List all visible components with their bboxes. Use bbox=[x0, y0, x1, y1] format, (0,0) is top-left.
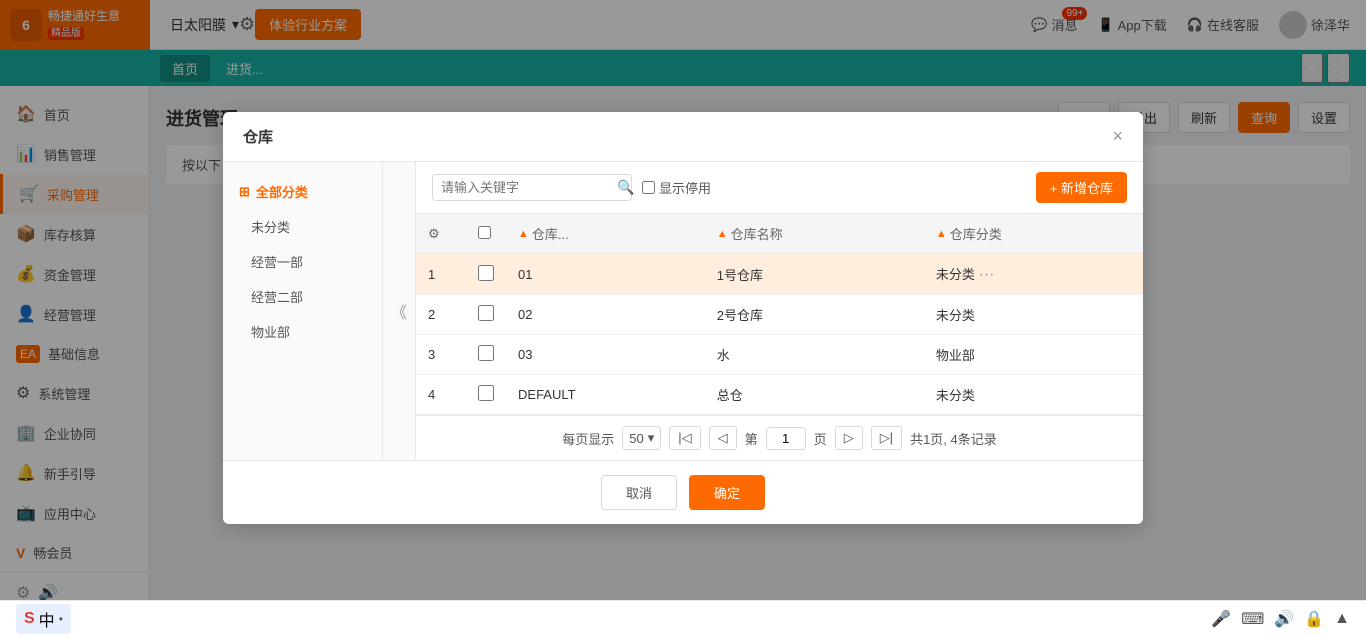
cell-code: 02 bbox=[506, 295, 705, 335]
warehouse-modal: 仓库 × ⊞ 全部分类 未分类 经营一部 经营二部 物业部 《 bbox=[223, 112, 1143, 524]
show-disabled-checkbox[interactable] bbox=[642, 181, 655, 194]
cell-code: DEFAULT bbox=[506, 375, 705, 415]
up-icon[interactable]: ▲ bbox=[1334, 610, 1350, 628]
bottom-logo: S 中 • bbox=[16, 604, 71, 634]
bottom-dot-icon: • bbox=[59, 612, 63, 626]
table-row[interactable]: 3 03 水 物业部 bbox=[416, 335, 1143, 375]
sort-icon: ▲ bbox=[518, 228, 529, 240]
sort-icon-cat: ▲ bbox=[936, 228, 947, 240]
table-header-row: ⚙ ▲ 仓库... bbox=[416, 214, 1143, 254]
search-input[interactable] bbox=[441, 180, 617, 195]
cell-name: 水 bbox=[705, 335, 924, 375]
all-category-item[interactable]: ⊞ 全部分类 bbox=[223, 174, 382, 209]
row-action-button[interactable]: ··· bbox=[979, 266, 995, 284]
th-checkbox bbox=[466, 214, 506, 254]
table-row[interactable]: 2 02 2号仓库 未分类 bbox=[416, 295, 1143, 335]
modal-category-sidebar: ⊞ 全部分类 未分类 经营一部 经营二部 物业部 bbox=[223, 162, 383, 460]
category-item-ops1[interactable]: 经营一部 bbox=[223, 244, 382, 279]
sidebar-collapse-button[interactable]: 《 bbox=[383, 162, 416, 460]
cell-code: 01 bbox=[506, 254, 705, 295]
modal-overlay: 仓库 × ⊞ 全部分类 未分类 经营一部 经营二部 物业部 《 bbox=[0, 0, 1366, 636]
cell-checkbox[interactable] bbox=[466, 335, 506, 375]
sort-icon-name: ▲ bbox=[717, 228, 728, 240]
category-item-ops2[interactable]: 经营二部 bbox=[223, 279, 382, 314]
cell-checkbox[interactable] bbox=[466, 375, 506, 415]
all-category-label: 全部分类 bbox=[256, 182, 308, 201]
category-item-property[interactable]: 物业部 bbox=[223, 314, 382, 349]
cell-category: 未分类 bbox=[924, 375, 1143, 415]
page-unit: 页 bbox=[814, 429, 827, 448]
bottom-s-icon: S bbox=[24, 610, 35, 628]
first-page-button[interactable]: |◁ bbox=[669, 426, 700, 450]
modal-content-area: 🔍 显示停用 + 新增仓库 ⚙ bbox=[416, 162, 1143, 460]
th-category: ▲ 仓库分类 bbox=[924, 214, 1143, 254]
modal-body: ⊞ 全部分类 未分类 经营一部 经营二部 物业部 《 🔍 bbox=[223, 162, 1143, 460]
confirm-button[interactable]: 确定 bbox=[689, 475, 765, 510]
cell-code: 03 bbox=[506, 335, 705, 375]
cell-checkbox[interactable] bbox=[466, 295, 506, 335]
bottom-bar: S 中 • 🎤 ⌨ 🔊 🔒 ▲ bbox=[0, 600, 1366, 636]
sound-icon[interactable]: 🔊 bbox=[1274, 609, 1294, 629]
th-settings: ⚙ bbox=[416, 214, 466, 254]
cell-num: 4 bbox=[416, 375, 466, 415]
lock-icon[interactable]: 🔒 bbox=[1304, 609, 1324, 629]
page-input[interactable] bbox=[766, 427, 806, 450]
cell-name: 2号仓库 bbox=[705, 295, 924, 335]
search-icon: 🔍 bbox=[617, 179, 634, 196]
prev-page-button[interactable]: ◁ bbox=[709, 426, 737, 450]
chevron-icon: ▾ bbox=[648, 430, 655, 446]
table-row[interactable]: 4 DEFAULT 总仓 未分类 bbox=[416, 375, 1143, 415]
bottom-left: S 中 • bbox=[16, 604, 71, 634]
category-item-unclassified[interactable]: 未分类 bbox=[223, 209, 382, 244]
show-disabled-label[interactable]: 显示停用 bbox=[642, 178, 711, 197]
search-box[interactable]: 🔍 bbox=[432, 174, 632, 201]
cell-category: 物业部 bbox=[924, 335, 1143, 375]
pagination-bar: 每页显示 50 ▾ |◁ ◁ 第 页 ▷ ▷| 共1页, 4条记录 bbox=[416, 415, 1143, 460]
table-row[interactable]: 1 01 1号仓库 未分类 ··· bbox=[416, 254, 1143, 295]
new-warehouse-button[interactable]: + 新增仓库 bbox=[1036, 172, 1127, 203]
cell-num: 2 bbox=[416, 295, 466, 335]
cell-category: 未分类 ··· bbox=[924, 254, 1143, 295]
bottom-right: 🎤 ⌨ 🔊 🔒 ▲ bbox=[1211, 609, 1350, 629]
per-page-value: 50 bbox=[629, 431, 643, 446]
th-name: ▲ 仓库名称 bbox=[705, 214, 924, 254]
warehouse-table-area: ⚙ ▲ 仓库... bbox=[416, 214, 1143, 415]
cell-num: 1 bbox=[416, 254, 466, 295]
modal-header: 仓库 × bbox=[223, 112, 1143, 162]
per-page-label: 每页显示 bbox=[562, 429, 614, 448]
bottom-logo-text: 中 bbox=[39, 607, 55, 631]
per-page-select[interactable]: 50 ▾ bbox=[622, 426, 661, 450]
cell-checkbox[interactable] bbox=[466, 254, 506, 295]
total-info: 共1页, 4条记录 bbox=[910, 429, 997, 448]
select-all-checkbox[interactable] bbox=[478, 226, 491, 239]
keyboard-icon[interactable]: ⌨ bbox=[1241, 609, 1264, 629]
cell-name: 总仓 bbox=[705, 375, 924, 415]
warehouse-table: ⚙ ▲ 仓库... bbox=[416, 214, 1143, 415]
grid-icon: ⊞ bbox=[239, 184, 250, 200]
mic-icon[interactable]: 🎤 bbox=[1211, 609, 1231, 629]
cell-num: 3 bbox=[416, 335, 466, 375]
cell-category: 未分类 bbox=[924, 295, 1143, 335]
cancel-button[interactable]: 取消 bbox=[601, 475, 677, 510]
th-code: ▲ 仓库... bbox=[506, 214, 705, 254]
cell-name: 1号仓库 bbox=[705, 254, 924, 295]
modal-toolbar: 🔍 显示停用 + 新增仓库 bbox=[416, 162, 1143, 214]
settings-th-icon: ⚙ bbox=[428, 226, 440, 241]
last-page-button[interactable]: ▷| bbox=[871, 426, 902, 450]
next-page-button[interactable]: ▷ bbox=[835, 426, 863, 450]
modal-actions: 取消 确定 bbox=[223, 460, 1143, 524]
page-label: 第 bbox=[745, 429, 758, 448]
modal-close-button[interactable]: × bbox=[1112, 126, 1123, 147]
modal-title: 仓库 bbox=[243, 126, 273, 147]
